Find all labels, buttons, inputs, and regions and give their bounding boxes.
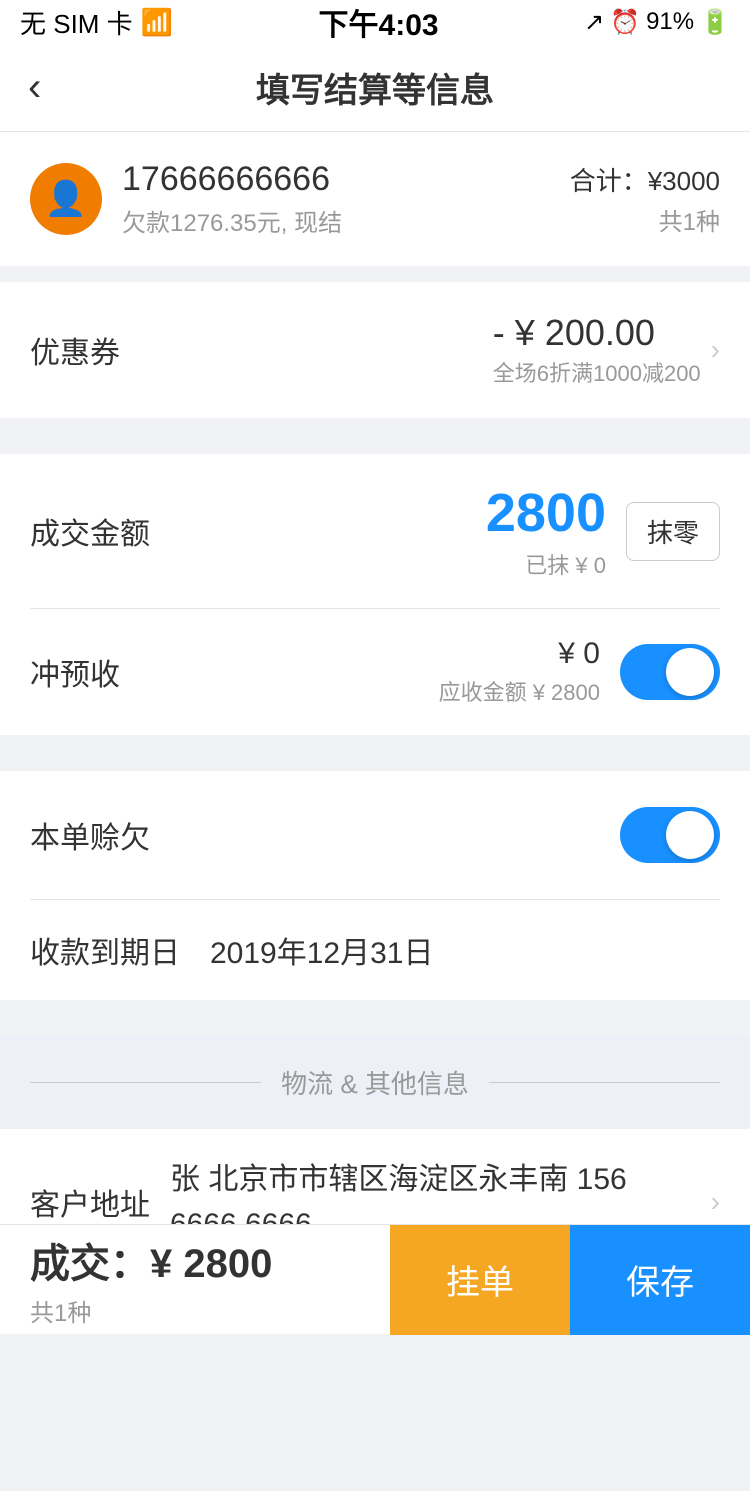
- precollect-row: 冲预收 ¥ 0 应收金额 ¥ 2800: [0, 609, 750, 735]
- section-header-text: 物流 & 其他信息: [281, 1064, 469, 1101]
- customer-left: 👤 17666666666 欠款1276.35元, 现结: [30, 160, 342, 238]
- amount-row: 成交金额 2800 已抹 ¥ 0 抹零: [0, 454, 750, 608]
- address-label: 客户地址: [30, 1180, 150, 1224]
- customer-right: 合计：¥3000 共1种: [570, 161, 720, 237]
- customer-info: 17666666666 欠款1276.35元, 现结: [122, 160, 342, 238]
- status-bar: 无 SIM 卡 📶 下午4:03 ↗ ⏰ 91% 🔋: [0, 0, 750, 44]
- precollect-values: ¥ 0 应收金额 ¥ 2800: [439, 637, 600, 707]
- amount-card: 成交金额 2800 已抹 ¥ 0 抹零 冲预收 ¥ 0 应收金额 ¥ 2800: [0, 454, 750, 735]
- status-right: ↗ ⏰ 91% 🔋: [584, 8, 730, 37]
- coupon-desc: 全场6折满1000减200: [493, 356, 701, 388]
- round-button[interactable]: 抹零: [626, 502, 720, 561]
- avatar-icon: 👤: [45, 179, 87, 219]
- header-line-right: [489, 1082, 720, 1083]
- amount-right: 2800 已抹 ¥ 0 抹零: [486, 482, 720, 580]
- status-left: 无 SIM 卡 📶: [20, 4, 173, 41]
- toggle-thumb: [666, 648, 714, 696]
- chevron-right-icon: ›: [711, 334, 720, 366]
- precollect-amount: ¥ 0: [439, 637, 600, 671]
- customer-debt: 欠款1276.35元, 现结: [122, 203, 342, 238]
- debt-toggle[interactable]: [620, 807, 720, 863]
- bottom-amount: 成交：¥ 2800: [30, 1231, 360, 1289]
- duedate-row: 收款到期日 2019年12月31日: [0, 900, 750, 1000]
- precollect-right: ¥ 0 应收金额 ¥ 2800: [439, 637, 720, 707]
- page-title: 填写结算等信息: [256, 63, 494, 112]
- bottom-summary: 成交：¥ 2800 共1种: [0, 1231, 390, 1328]
- duedate-value: 2019年12月31日: [210, 928, 433, 972]
- total-count: 共1种: [570, 202, 720, 237]
- coupon-card: 优惠券 - ¥ 200.00 全场6折满1000减200 ›: [0, 282, 750, 418]
- section-header: 物流 & 其他信息: [0, 1036, 750, 1129]
- debt-toggle-thumb: [666, 811, 714, 859]
- nav-bar: ‹ 填写结算等信息: [0, 44, 750, 132]
- coupon-right: - ¥ 200.00 全场6折满1000减200 ›: [493, 312, 720, 388]
- coupon-info: - ¥ 200.00 全场6折满1000减200: [493, 312, 701, 388]
- coupon-row[interactable]: 优惠券 - ¥ 200.00 全场6折满1000减200 ›: [0, 282, 750, 418]
- back-button[interactable]: ‹: [28, 65, 41, 110]
- precollect-label: 冲预收: [30, 650, 120, 694]
- address-chevron-icon: ›: [711, 1186, 720, 1218]
- debt-label: 本单赊欠: [30, 813, 150, 857]
- customer-card: 👤 17666666666 欠款1276.35元, 现结 合计：¥3000 共1…: [0, 132, 750, 266]
- precollect-toggle[interactable]: [620, 644, 720, 700]
- bottom-amount-value: ¥ 2800: [150, 1242, 272, 1286]
- bottom-bar: 成交：¥ 2800 共1种 挂单 保存: [0, 1224, 750, 1334]
- precollect-sub: 应收金额 ¥ 2800: [439, 675, 600, 707]
- bottom-count: 共1种: [30, 1293, 360, 1328]
- battery-text: 91%: [646, 8, 694, 36]
- alarm-icon: ⏰: [610, 8, 640, 37]
- duedate-label: 收款到期日: [30, 928, 180, 972]
- signal-text: 无 SIM 卡: [20, 4, 133, 41]
- coupon-label: 优惠券: [30, 328, 120, 372]
- section-separator-1: [0, 434, 750, 454]
- coupon-discount: - ¥ 200.00: [493, 312, 701, 354]
- hang-button[interactable]: 挂单: [390, 1225, 570, 1335]
- total-label: 合计：¥3000: [570, 161, 720, 198]
- status-time: 下午4:03: [319, 0, 439, 44]
- battery-icon: 🔋: [700, 8, 730, 37]
- section-separator-2: [0, 751, 750, 771]
- customer-phone: 17666666666: [122, 160, 342, 199]
- debt-card: 本单赊欠 收款到期日 2019年12月31日: [0, 771, 750, 1000]
- header-line-left: [30, 1082, 261, 1083]
- section-separator-3: [0, 1016, 750, 1036]
- amount-value: 2800: [486, 482, 606, 544]
- amount-label: 成交金额: [30, 509, 150, 553]
- customer-row: 👤 17666666666 欠款1276.35元, 现结 合计：¥3000 共1…: [0, 132, 750, 266]
- save-button[interactable]: 保存: [570, 1225, 750, 1335]
- amount-sub: 已抹 ¥ 0: [486, 548, 606, 580]
- amount-info: 2800 已抹 ¥ 0: [486, 482, 606, 580]
- bottom-amount-label: 成交：: [30, 1242, 150, 1286]
- debt-row: 本单赊欠: [0, 771, 750, 899]
- location-icon: ↗: [584, 8, 604, 37]
- wifi-icon: 📶: [141, 7, 173, 38]
- avatar: 👤: [30, 163, 102, 235]
